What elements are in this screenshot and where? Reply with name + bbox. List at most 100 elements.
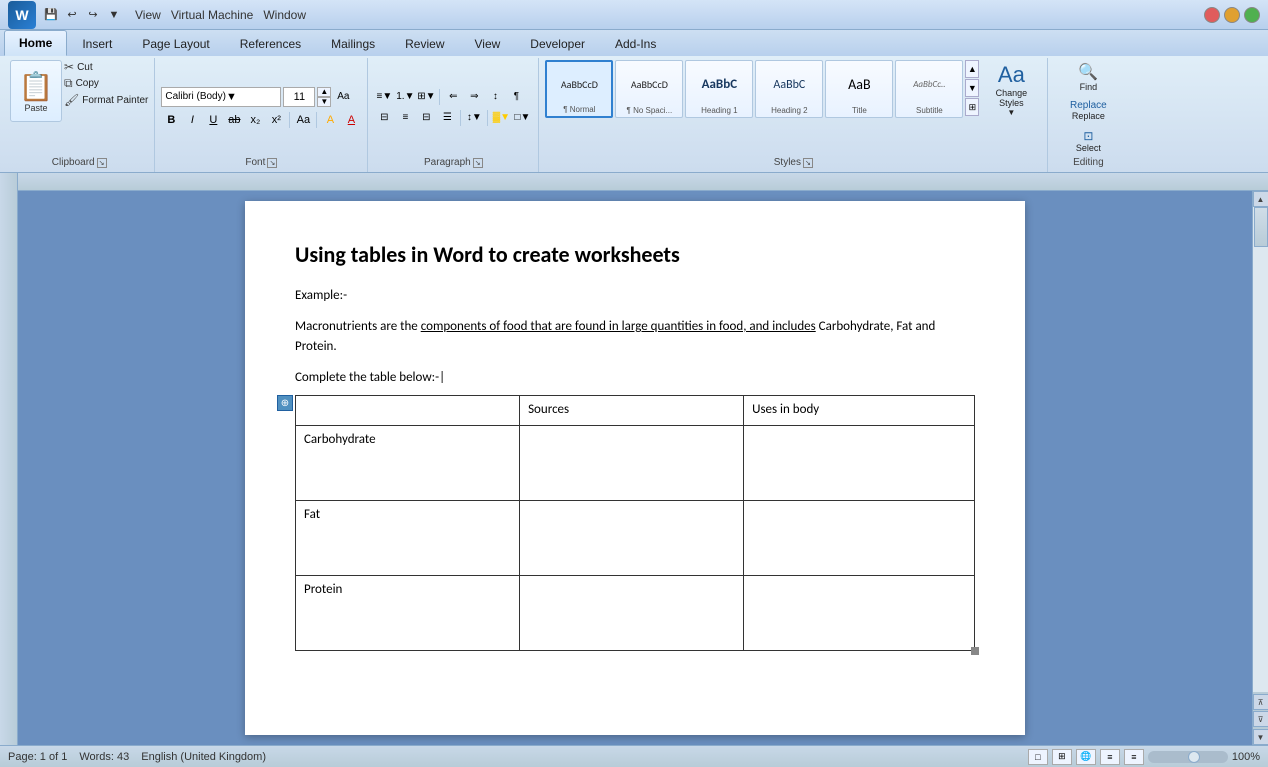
change-styles-button[interactable]: Aa ChangeStyles ▼ <box>981 60 1041 119</box>
paste-button[interactable]: 📋 Paste <box>10 60 62 122</box>
justify-button[interactable]: ☰ <box>437 109 457 127</box>
clipboard-expand-button[interactable]: ↘ <box>97 158 107 168</box>
close-button[interactable] <box>1204 7 1220 23</box>
select-button[interactable]: ⊡ Select <box>1072 127 1105 155</box>
align-right-button[interactable]: ⊟ <box>416 109 436 127</box>
table-cell-fat-sources[interactable] <box>520 501 744 576</box>
table-resize-handle[interactable] <box>971 647 979 655</box>
font-color-button[interactable]: A <box>341 111 361 129</box>
font-size-increase-button[interactable]: ▲ <box>317 87 331 97</box>
undo-button[interactable]: ↩ <box>63 6 81 24</box>
complete-table-text: Complete the table below:- <box>295 370 975 385</box>
status-bar-right: □ ⊞ 🌐 ≡ ≡ 100% <box>1028 749 1260 765</box>
tab-page-layout[interactable]: Page Layout <box>127 30 224 56</box>
tab-developer[interactable]: Developer <box>515 30 600 56</box>
table-cell-carbohydrate[interactable]: Carbohydrate <box>296 426 520 501</box>
draft-button[interactable]: ≡ <box>1124 749 1144 765</box>
change-case-button[interactable]: Aa <box>293 111 313 129</box>
scroll-up-button[interactable]: ▲ <box>1253 191 1268 207</box>
scrollbar-thumb[interactable] <box>1254 207 1268 247</box>
table-cell-protein-uses[interactable] <box>744 576 975 651</box>
next-page-button[interactable]: ⊽ <box>1253 711 1268 727</box>
style-normal-preview: AaBbCcD <box>561 64 598 105</box>
styles-group-content: AaBbCcD ¶ Normal AaBbCcD ¶ No Spaci... A… <box>545 60 1041 155</box>
full-screen-button[interactable]: ⊞ <box>1052 749 1072 765</box>
style-heading2-item[interactable]: AaBbC Heading 2 <box>755 60 823 118</box>
save-button[interactable]: 💾 <box>42 6 60 24</box>
paste-label: Paste <box>24 103 47 113</box>
tab-review[interactable]: Review <box>390 30 459 56</box>
scrollbar-track[interactable] <box>1253 207 1268 692</box>
copy-button[interactable]: ⧉ Copy <box>64 76 148 91</box>
bullet-list-button[interactable]: ≡▼ <box>374 88 394 106</box>
style-subtitle-item[interactable]: AaBbCc.. Subtitle <box>895 60 963 118</box>
style-title-item[interactable]: AaB Title <box>825 60 893 118</box>
paragraph-expand-button[interactable]: ↘ <box>473 158 483 168</box>
styles-scroll-down-button[interactable]: ▼ <box>965 79 979 97</box>
show-hide-button[interactable]: ¶ <box>506 88 526 106</box>
web-layout-button[interactable]: 🌐 <box>1076 749 1096 765</box>
shading-button[interactable]: ▓▼ <box>491 109 511 127</box>
zoom-thumb <box>1188 751 1200 763</box>
font-size-box[interactable]: 11 <box>283 87 315 107</box>
format-painter-button[interactable]: 🖌 Format Painter <box>64 93 148 107</box>
tab-insert[interactable]: Insert <box>67 30 127 56</box>
highlight-button[interactable]: A <box>320 111 340 129</box>
table-cell-protein-sources[interactable] <box>520 576 744 651</box>
table-cell-fat-uses[interactable] <box>744 501 975 576</box>
font-expand-button[interactable]: ↘ <box>267 158 277 168</box>
table-header-row: Sources Uses in body <box>296 396 975 426</box>
style-normal-item[interactable]: AaBbCcD ¶ Normal <box>545 60 613 118</box>
bold-button[interactable]: B <box>161 111 181 129</box>
find-button[interactable]: 🔍 Find <box>1074 60 1102 94</box>
decrease-indent-button[interactable]: ⇐ <box>443 88 463 106</box>
document-area[interactable]: Using tables in Word to create worksheet… <box>18 191 1252 745</box>
underline-button[interactable]: U <box>203 111 223 129</box>
styles-more-button[interactable]: ⊞ <box>965 98 979 116</box>
change-styles-label: ChangeStyles <box>996 88 1028 108</box>
styles-scroll-up-button[interactable]: ▲ <box>965 60 979 78</box>
zoom-slider[interactable] <box>1148 751 1228 763</box>
sort-button[interactable]: ↕ <box>485 88 505 106</box>
prev-page-button[interactable]: ⊼ <box>1253 694 1268 710</box>
tab-view[interactable]: View <box>460 30 516 56</box>
tab-home[interactable]: Home <box>4 30 67 56</box>
superscript-button[interactable]: x² <box>266 111 286 129</box>
styles-expand-button[interactable]: ↘ <box>803 158 813 168</box>
word-icon: W <box>8 1 36 29</box>
cut-button[interactable]: ✂ Cut <box>64 60 148 74</box>
align-left-button[interactable]: ⊟ <box>374 109 394 127</box>
table-cell-fat[interactable]: Fat <box>296 501 520 576</box>
style-heading1-item[interactable]: AaBbC Heading 1 <box>685 60 753 118</box>
subscript-button[interactable]: x₂ <box>245 111 265 129</box>
font-name-dropdown[interactable]: Calibri (Body)▼ <box>161 87 281 107</box>
increase-indent-button[interactable]: ⇒ <box>464 88 484 106</box>
style-nospace-item[interactable]: AaBbCcD ¶ No Spaci... <box>615 60 683 118</box>
italic-button[interactable]: I <box>182 111 202 129</box>
table-cell-protein[interactable]: Protein <box>296 576 520 651</box>
table-cell-carbohydrate-sources[interactable] <box>520 426 744 501</box>
align-center-button[interactable]: ≡ <box>395 109 415 127</box>
border-button[interactable]: □▼ <box>512 109 532 127</box>
table-move-handle[interactable]: ⊕ <box>277 395 293 411</box>
outline-button[interactable]: ≡ <box>1100 749 1120 765</box>
tab-add-ins[interactable]: Add-Ins <box>600 30 671 56</box>
redo-button[interactable]: ↪ <box>84 6 102 24</box>
number-list-button[interactable]: 1.▼ <box>395 88 415 106</box>
multilevel-button[interactable]: ⊞▼ <box>416 88 436 106</box>
clear-format-button[interactable]: Aa <box>333 88 353 106</box>
minimize-button[interactable] <box>1224 7 1240 23</box>
tab-references[interactable]: References <box>225 30 316 56</box>
table-header-col2: Sources <box>520 396 744 426</box>
table-cell-carbohydrate-uses[interactable] <box>744 426 975 501</box>
scroll-down-button[interactable]: ▼ <box>1253 729 1268 745</box>
customize-button[interactable]: ▼ <box>105 6 123 24</box>
tab-mailings[interactable]: Mailings <box>316 30 390 56</box>
select-icon: ⊡ <box>1083 129 1093 143</box>
maximize-button[interactable] <box>1244 7 1260 23</box>
line-spacing-button[interactable]: ↕▼ <box>464 109 484 127</box>
print-layout-button[interactable]: □ <box>1028 749 1048 765</box>
replace-button[interactable]: Replace Replace <box>1066 98 1111 123</box>
font-size-decrease-button[interactable]: ▼ <box>317 97 331 107</box>
strikethrough-button[interactable]: ab <box>224 111 244 129</box>
